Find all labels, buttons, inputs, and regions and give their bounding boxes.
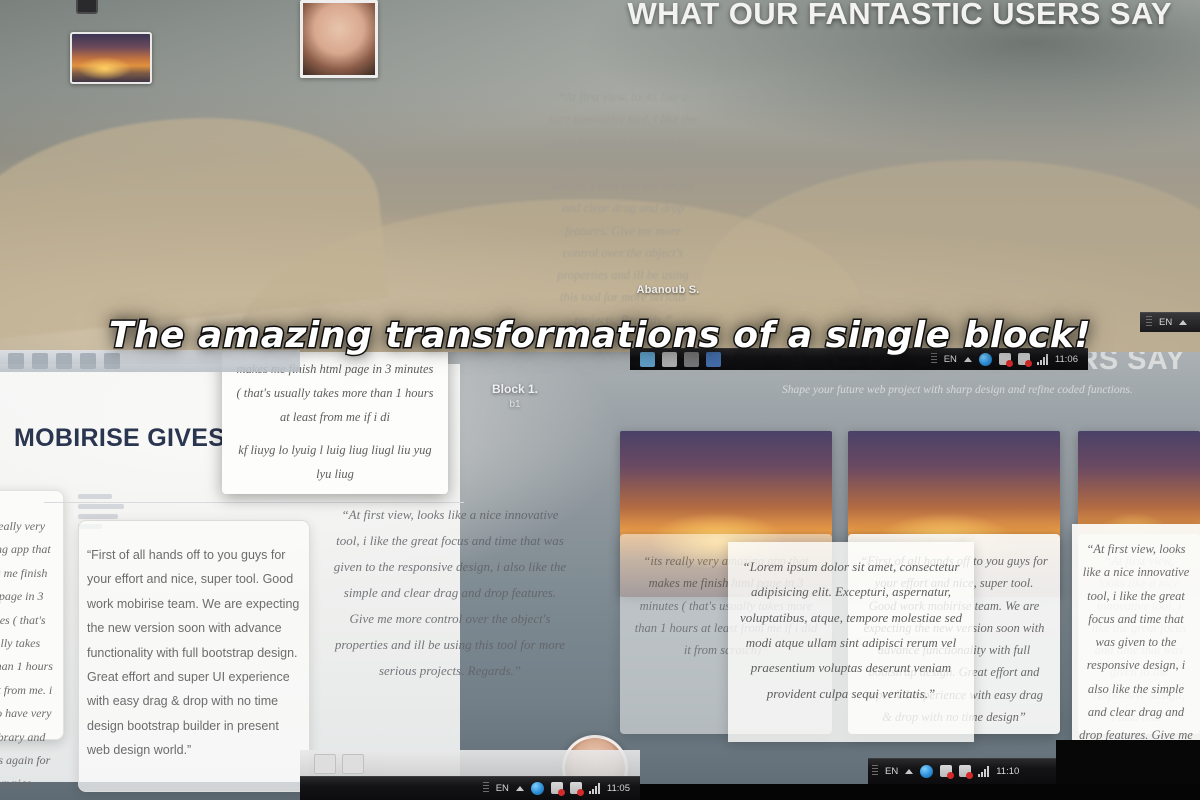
block-title: Block 1. [491, 382, 539, 396]
language-indicator[interactable]: EN [496, 783, 509, 794]
taskbar-grip[interactable] [872, 765, 878, 777]
show-hidden-icons-icon[interactable] [515, 785, 524, 791]
promo-banner: The amazing transformations of a single … [0, 306, 1200, 366]
testimonial-quote: “First of all hands off to you guys for … [87, 548, 300, 757]
floating-note-card[interactable]: makes me finish html page in 3 minutes (… [222, 352, 448, 494]
signal-icon[interactable] [588, 782, 600, 794]
lorem-ipsum-card[interactable]: “Lorem ipsum dolor sit amet, consectetur… [728, 542, 974, 742]
window-icon[interactable] [342, 754, 364, 774]
network-icon[interactable] [920, 764, 934, 778]
testimonial-card[interactable]: “its really very amazing app that makes … [0, 490, 64, 800]
volume-muted-icon[interactable] [940, 765, 955, 779]
page-title: WHAT OUR FANTASTIC USERS SAY [627, 0, 1172, 31]
windows-taskbar[interactable]: EN 11:10 [868, 758, 1056, 784]
clock[interactable]: 11:05 [607, 783, 630, 794]
phone-icon [76, 0, 98, 14]
volume-muted-icon[interactable] [550, 782, 565, 796]
ghost-quote-text: “At first view, looks like a nice innova… [333, 507, 567, 678]
heading-text: MOBIRISE GIVES [14, 424, 232, 452]
block-1-label: Block 1. b1 [480, 382, 550, 410]
show-hidden-icons-icon[interactable] [905, 768, 914, 774]
lorem-quote: “Lorem ipsum dolor sit amet, consectetur… [740, 559, 962, 701]
testimonial-quote: “its really very amazing app that makes … [0, 519, 53, 800]
bottom-composite-screenshot: MOBIRISE GIVES YOU “its really very amaz… [0, 352, 1200, 800]
clock[interactable]: 11:10 [996, 766, 1019, 777]
note-line-2: kf liuyg lo lyuig l luig liug liugl liu … [238, 443, 432, 481]
action-center-icon[interactable] [959, 765, 974, 779]
testimonial-card[interactable]: “At first view, looks like a nice innova… [1072, 524, 1200, 800]
photoshop-window-strip[interactable] [300, 750, 640, 778]
taskbar-grip[interactable] [482, 782, 489, 794]
banner-title: The amazing transformations of a single … [107, 314, 1092, 358]
section-subtitle: Shape your future web project with sharp… [782, 384, 1133, 396]
windows-taskbar[interactable]: EN 11:05 [300, 776, 640, 800]
network-icon[interactable] [530, 781, 544, 795]
testimonial-thumbnail-image [70, 32, 152, 84]
testimonial-author: Abanoub S. [636, 284, 700, 296]
action-center-icon[interactable] [569, 782, 584, 796]
avatar [300, 0, 378, 78]
block-id: b1 [509, 399, 521, 410]
black-fill-region [640, 784, 1200, 800]
testimonial-card[interactable]: “First of all hands off to you guys for … [78, 520, 310, 792]
signal-icon[interactable] [978, 765, 990, 777]
top-testimonials-screenshot: WHAT OUR FANTASTIC USERS SAY “At first v… [0, 0, 1200, 352]
window-icon[interactable] [314, 754, 336, 774]
language-indicator[interactable]: EN [885, 766, 898, 777]
